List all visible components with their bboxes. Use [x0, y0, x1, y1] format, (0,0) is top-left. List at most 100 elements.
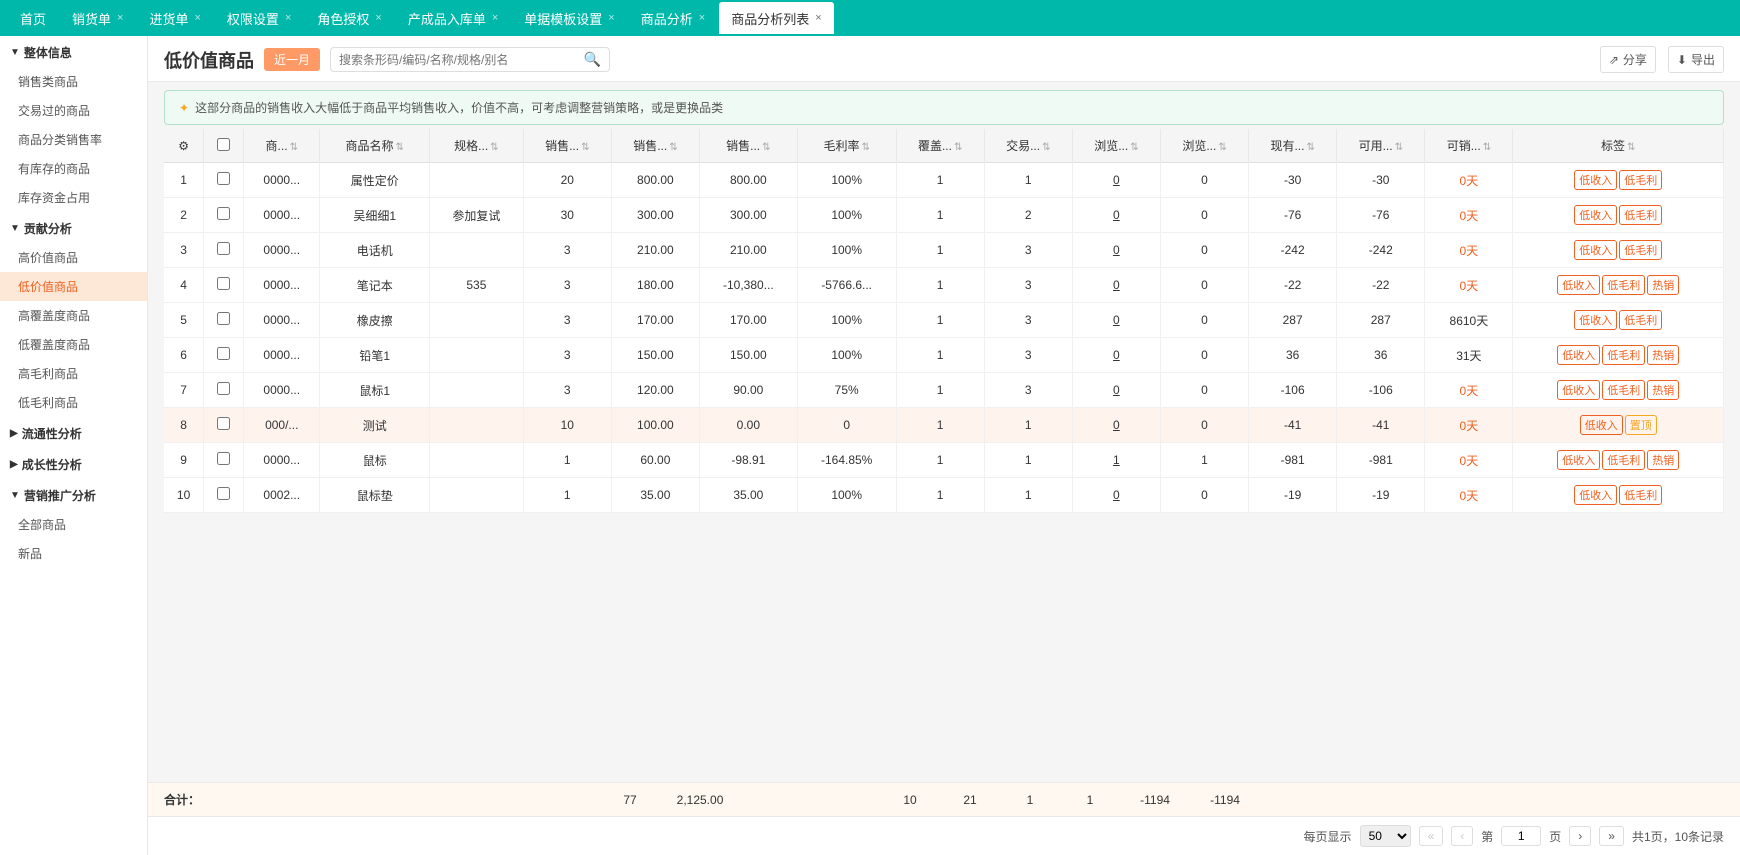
sidebar-item-全部商品[interactable]: 全部商品 — [0, 510, 147, 539]
row-checkbox[interactable] — [217, 172, 230, 185]
close-icon[interactable]: × — [285, 12, 291, 24]
close-icon[interactable]: × — [699, 12, 705, 24]
col-header-name[interactable]: 商品名称⇅ — [320, 129, 430, 163]
close-icon[interactable]: × — [492, 12, 498, 24]
sort-icon-current[interactable]: ⇅ — [1306, 142, 1314, 153]
cell-checkbox[interactable] — [204, 338, 244, 373]
row-checkbox[interactable] — [217, 487, 230, 500]
col-header-available[interactable]: 可用...⇅ — [1337, 129, 1425, 163]
nav-item-单据模板设置[interactable]: 单据模板设置× — [512, 2, 626, 34]
settings-icon[interactable]: ⚙ — [178, 139, 189, 153]
sort-icon-sales_amt[interactable]: ⇅ — [669, 142, 677, 153]
browse-link[interactable]: 0 — [1113, 208, 1120, 222]
sort-icon-spec[interactable]: ⇅ — [490, 142, 498, 153]
close-icon[interactable]: × — [815, 12, 821, 24]
row-checkbox[interactable] — [217, 382, 230, 395]
sidebar-section-整体信息[interactable]: ▼整体信息 — [0, 36, 147, 67]
sort-icon-coverage[interactable]: ⇅ — [954, 142, 962, 153]
cell-browse1[interactable]: 0 — [1072, 478, 1160, 513]
cell-browse1[interactable]: 0 — [1072, 233, 1160, 268]
cell-browse1[interactable]: 0 — [1072, 408, 1160, 443]
sort-icon-browse1[interactable]: ⇅ — [1130, 142, 1138, 153]
cell-checkbox[interactable] — [204, 408, 244, 443]
col-header-browse2[interactable]: 浏览...⇅ — [1160, 129, 1248, 163]
col-header-sales_gross[interactable]: 销售...⇅ — [699, 129, 797, 163]
col-header-transaction[interactable]: 交易...⇅ — [984, 129, 1072, 163]
sort-icon-salable[interactable]: ⇅ — [1483, 142, 1491, 153]
sort-icon-available[interactable]: ⇅ — [1395, 142, 1403, 153]
sidebar-item-有库存的商品[interactable]: 有库存的商品 — [0, 154, 147, 183]
cell-checkbox[interactable] — [204, 268, 244, 303]
col-header-code[interactable]: 商...⇅ — [244, 129, 320, 163]
cell-checkbox[interactable] — [204, 163, 244, 198]
filter-button[interactable]: 近一月 — [264, 48, 320, 71]
sidebar-item-商品分类销售率[interactable]: 商品分类销售率 — [0, 125, 147, 154]
col-header-spec[interactable]: 规格...⇅ — [430, 129, 524, 163]
browse-link[interactable]: 0 — [1113, 173, 1120, 187]
sidebar-item-高毛利商品[interactable]: 高毛利商品 — [0, 359, 147, 388]
cell-checkbox[interactable] — [204, 303, 244, 338]
sort-icon-tags[interactable]: ⇅ — [1627, 142, 1635, 153]
close-icon[interactable]: × — [608, 12, 614, 24]
nav-item-产成品入库单[interactable]: 产成品入库单× — [396, 2, 510, 34]
col-header-browse1[interactable]: 浏览...⇅ — [1072, 129, 1160, 163]
browse-link[interactable]: 0 — [1113, 243, 1120, 257]
sidebar-item-低价值商品[interactable]: 低价值商品 — [0, 272, 147, 301]
nav-item-商品分析列表[interactable]: 商品分析列表× — [719, 2, 833, 34]
cell-checkbox[interactable] — [204, 198, 244, 233]
col-header-current[interactable]: 现有...⇅ — [1249, 129, 1337, 163]
col-header-coverage[interactable]: 覆盖...⇅ — [896, 129, 984, 163]
sort-icon-name[interactable]: ⇅ — [396, 142, 404, 153]
row-checkbox[interactable] — [217, 452, 230, 465]
row-checkbox[interactable] — [217, 277, 230, 290]
row-checkbox[interactable] — [217, 417, 230, 430]
cell-checkbox[interactable] — [204, 233, 244, 268]
last-page-button[interactable]: » — [1599, 826, 1624, 846]
sidebar-item-销售类商品[interactable]: 销售类商品 — [0, 67, 147, 96]
row-checkbox[interactable] — [217, 347, 230, 360]
sort-icon-code[interactable]: ⇅ — [290, 142, 298, 153]
nav-item-首页[interactable]: 首页 — [8, 2, 58, 34]
sidebar-item-新品[interactable]: 新品 — [0, 539, 147, 568]
browse-link[interactable]: 0 — [1113, 278, 1120, 292]
browse-link[interactable]: 0 — [1113, 348, 1120, 362]
sidebar-section-营销推广分析[interactable]: ▼营销推广分析 — [0, 479, 147, 510]
col-header-sales_amt[interactable]: 销售...⇅ — [611, 129, 699, 163]
nav-item-商品分析[interactable]: 商品分析× — [629, 2, 717, 34]
sidebar-section-贡献分析[interactable]: ▼贡献分析 — [0, 212, 147, 243]
sidebar-item-低覆盖度商品[interactable]: 低覆盖度商品 — [0, 330, 147, 359]
sort-icon-sales_gross[interactable]: ⇅ — [762, 142, 770, 153]
sidebar-section-流通性分析[interactable]: ▶流通性分析 — [0, 417, 147, 448]
sidebar-item-库存资金占用[interactable]: 库存资金占用 — [0, 183, 147, 212]
row-checkbox[interactable] — [217, 312, 230, 325]
col-header-salable[interactable]: 可销...⇅ — [1425, 129, 1513, 163]
nav-item-进货单[interactable]: 进货单× — [137, 2, 212, 34]
sort-icon-browse2[interactable]: ⇅ — [1218, 142, 1226, 153]
browse-link[interactable]: 0 — [1113, 313, 1120, 327]
browse-link[interactable]: 1 — [1113, 453, 1120, 467]
col-header-margin[interactable]: 毛利率⇅ — [797, 129, 896, 163]
sidebar-item-低毛利商品[interactable]: 低毛利商品 — [0, 388, 147, 417]
first-page-button[interactable]: « — [1419, 826, 1444, 846]
sort-icon-margin[interactable]: ⇅ — [861, 142, 869, 153]
nav-item-销货单[interactable]: 销货单× — [60, 2, 135, 34]
col-header-sales_qty[interactable]: 销售...⇅ — [523, 129, 611, 163]
cell-checkbox[interactable] — [204, 373, 244, 408]
select-all-checkbox[interactable] — [217, 138, 230, 151]
sidebar-item-高价值商品[interactable]: 高价值商品 — [0, 243, 147, 272]
export-button[interactable]: ⬇ 导出 — [1668, 46, 1724, 73]
cell-browse1[interactable]: 0 — [1072, 198, 1160, 233]
cell-browse1[interactable]: 0 — [1072, 303, 1160, 338]
cell-checkbox[interactable] — [204, 443, 244, 478]
cell-browse1[interactable]: 1 — [1072, 443, 1160, 478]
browse-link[interactable]: 0 — [1113, 418, 1120, 432]
cell-browse1[interactable]: 0 — [1072, 338, 1160, 373]
sidebar-item-高覆盖度商品[interactable]: 高覆盖度商品 — [0, 301, 147, 330]
page-number-input[interactable] — [1501, 826, 1541, 846]
nav-item-角色授权[interactable]: 角色授权× — [305, 2, 393, 34]
prev-page-button[interactable]: ‹ — [1451, 826, 1473, 846]
browse-link[interactable]: 0 — [1113, 383, 1120, 397]
sort-icon-transaction[interactable]: ⇅ — [1042, 142, 1050, 153]
sort-icon-sales_qty[interactable]: ⇅ — [581, 142, 589, 153]
cell-checkbox[interactable] — [204, 478, 244, 513]
